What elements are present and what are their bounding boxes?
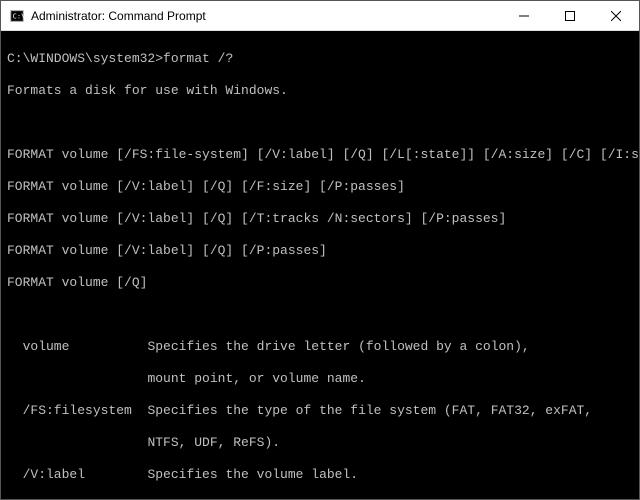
minimize-button[interactable] — [501, 1, 547, 31]
window-title: Administrator: Command Prompt — [31, 9, 501, 23]
opt-key: volume — [7, 339, 69, 354]
cmd-icon: C:\ — [9, 8, 25, 24]
terminal-line — [7, 307, 633, 323]
close-button[interactable] — [593, 1, 639, 31]
terminal-line: FORMAT volume [/FS:file-system] [/V:labe… — [7, 147, 633, 163]
command-prompt-window: C:\ Administrator: Command Prompt C:\WIN… — [0, 0, 640, 500]
window-controls — [501, 1, 639, 31]
maximize-button[interactable] — [547, 1, 593, 31]
terminal-line — [7, 115, 633, 131]
opt-val: Specifies the volume label. — [147, 467, 358, 482]
terminal-line: C:\WINDOWS\system32>format /? — [7, 51, 633, 67]
terminal-line: FORMAT volume [/V:label] [/Q] [/P:passes… — [7, 243, 633, 259]
prompt: C:\WINDOWS\system32> — [7, 51, 163, 66]
svg-text:C:\: C:\ — [13, 12, 24, 20]
titlebar[interactable]: C:\ Administrator: Command Prompt — [1, 1, 639, 31]
terminal-line: FORMAT volume [/V:label] [/Q] [/F:size] … — [7, 179, 633, 195]
terminal-line: NTFS, UDF, ReFS). — [7, 435, 633, 451]
opt-key: /V:label — [7, 467, 85, 482]
terminal-output[interactable]: C:\WINDOWS\system32>format /? Formats a … — [1, 31, 639, 499]
terminal-line: Formats a disk for use with Windows. — [7, 83, 633, 99]
terminal-line: volume Specifies the drive letter (follo… — [7, 339, 633, 355]
opt-key: /FS:filesystem — [7, 403, 132, 418]
opt-val: Specifies the drive letter (followed by … — [147, 339, 529, 354]
opt-val: Specifies the type of the file system (F… — [147, 403, 592, 418]
terminal-line: mount point, or volume name. — [7, 371, 633, 387]
opt-val: mount point, or volume name. — [147, 371, 365, 386]
terminal-line: /V:label Specifies the volume label. — [7, 467, 633, 483]
command-text: format /? — [163, 51, 233, 66]
terminal-line: /FS:filesystem Specifies the type of the… — [7, 403, 633, 419]
opt-val: NTFS, UDF, ReFS). — [147, 435, 280, 450]
terminal-line: FORMAT volume [/Q] — [7, 275, 633, 291]
terminal-line: FORMAT volume [/V:label] [/Q] [/T:tracks… — [7, 211, 633, 227]
